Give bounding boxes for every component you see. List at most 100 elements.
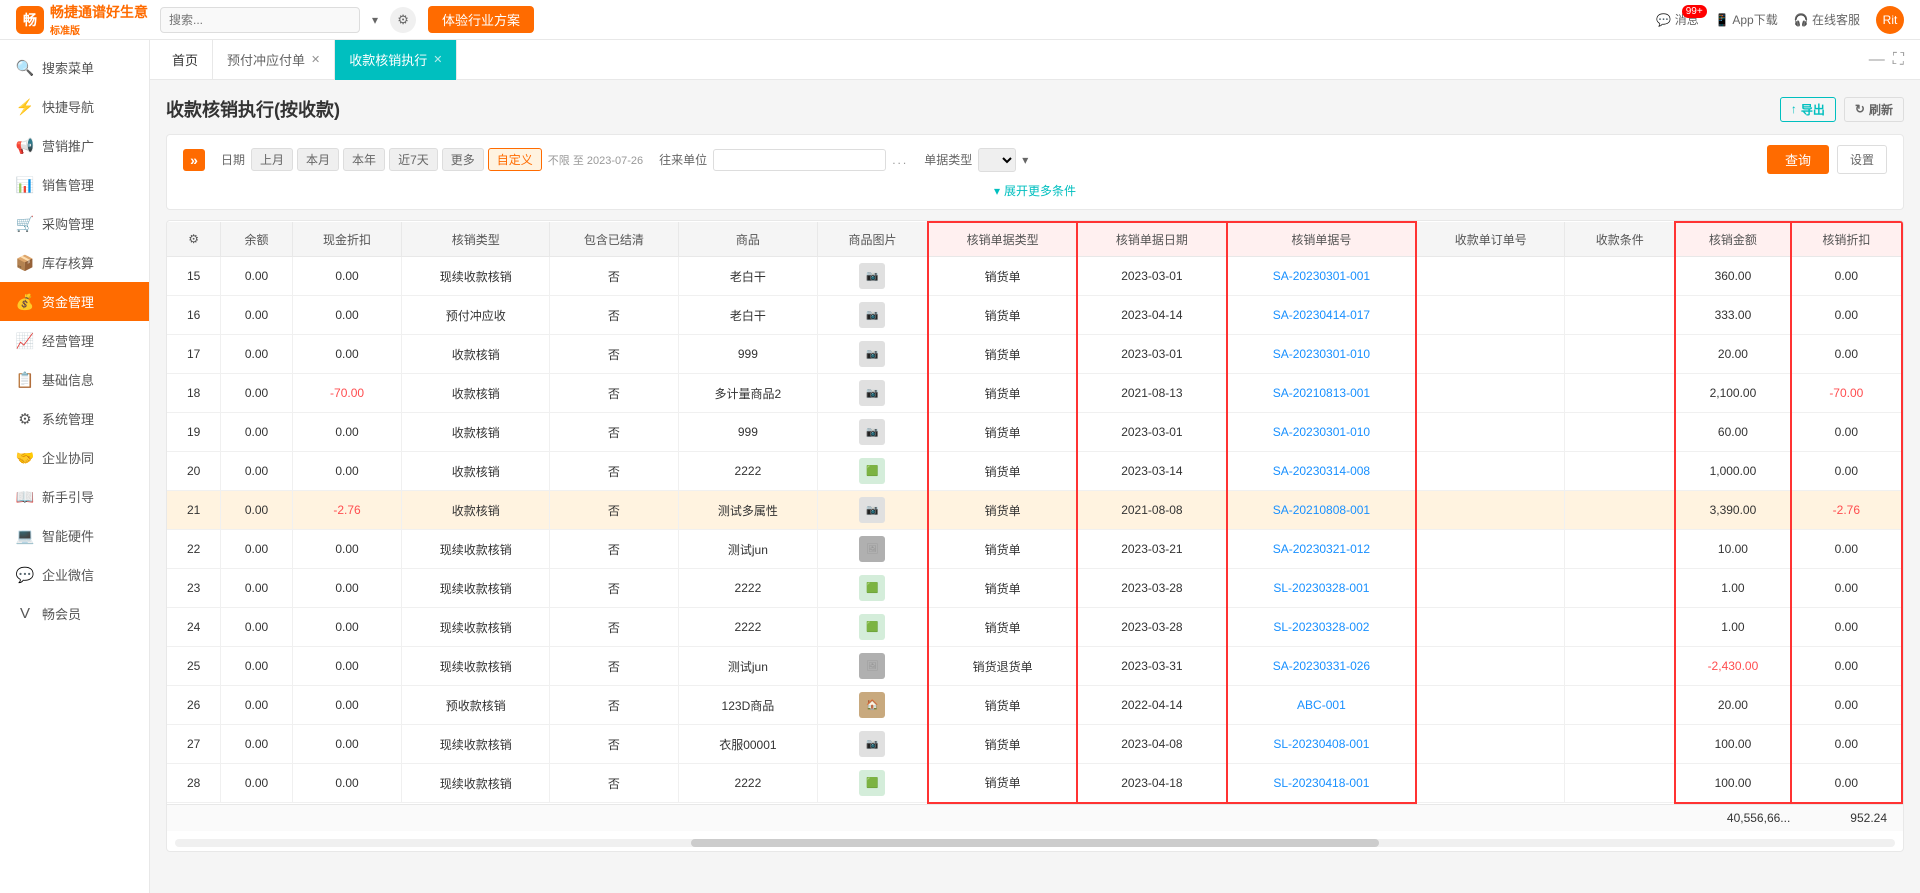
cancel-no-link[interactable]: SL-20230328-001: [1273, 581, 1369, 595]
cell-receipt-condition: [1565, 608, 1675, 647]
solution-button[interactable]: 体验行业方案: [428, 6, 534, 33]
cell-cancel-no: SL-20230408-001: [1227, 725, 1417, 764]
this-year-btn[interactable]: 本年: [343, 148, 385, 171]
sidebar-item-search[interactable]: 🔍 搜索菜单: [0, 48, 149, 87]
cancel-no-link[interactable]: SL-20230418-001: [1273, 776, 1369, 790]
total-amount-label: 40,556,66...: [1727, 811, 1790, 825]
cell-include-settled: 否: [550, 725, 679, 764]
tab-expand-icon[interactable]: ⛶: [1893, 51, 1904, 69]
cancel-no-link[interactable]: SA-20230301-001: [1273, 269, 1370, 283]
tab-minimize-icon[interactable]: —: [1869, 51, 1885, 69]
table-row: 21 0.00 -2.76 收款核销 否 测试多属性 📷 销货单 2021-08…: [167, 491, 1902, 530]
last-month-btn[interactable]: 上月: [251, 148, 293, 171]
guide-icon: 📖: [16, 488, 34, 506]
cancel-no-link[interactable]: SA-20230321-012: [1273, 542, 1370, 556]
table-row: 15 0.00 0.00 现续收款核销 否 老白干 📷 销货单 2023-03-…: [167, 257, 1902, 296]
custom-date-btn[interactable]: 自定义: [488, 148, 542, 171]
sidebar-item-member[interactable]: V 畅会员: [0, 594, 149, 633]
cell-product-img: 🖼: [818, 647, 928, 686]
cell-verify-type: 收款核销: [402, 413, 550, 452]
voucher-type-filter: 单据类型 ▾: [924, 148, 1028, 172]
cell-balance: 0.00: [221, 335, 292, 374]
cell-include-settled: 否: [550, 686, 679, 725]
cancel-no-link[interactable]: SA-20210813-001: [1273, 386, 1370, 400]
cell-verify-type: 预付冲应收: [402, 296, 550, 335]
sidebar-item-collab[interactable]: 🤝 企业协同: [0, 438, 149, 477]
col-header-product: 商品: [678, 222, 817, 257]
scroll-bar[interactable]: [175, 839, 1895, 847]
user-avatar[interactable]: Rit: [1876, 6, 1904, 34]
col-header-gear[interactable]: ⚙: [167, 222, 221, 257]
cell-product-img: 🟩: [818, 452, 928, 491]
cell-product: 2222: [678, 764, 817, 803]
table-row: 24 0.00 0.00 现续收款核销 否 2222 🟩 销货单 2023-03…: [167, 608, 1902, 647]
expand-more-btn[interactable]: ▾ 展开更多条件: [994, 182, 1076, 199]
sidebar-item-hardware[interactable]: 💻 智能硬件: [0, 516, 149, 555]
search-input[interactable]: [160, 7, 360, 33]
cell-cancel-date: 2023-03-14: [1077, 452, 1226, 491]
online-service-link[interactable]: 🎧 在线客服: [1794, 11, 1860, 28]
cell-verify-type: 收款核销: [402, 452, 550, 491]
logo-icon: 畅: [16, 6, 44, 34]
refresh-button[interactable]: ↻ 刷新: [1844, 97, 1904, 122]
cancel-no-link[interactable]: SA-20230314-008: [1273, 464, 1370, 478]
top-dropdown[interactable]: ▾: [372, 13, 378, 27]
tab-receipt[interactable]: 收款核销执行 ✕: [335, 40, 457, 80]
sidebar-item-quick-nav[interactable]: ⚡ 快捷导航: [0, 87, 149, 126]
app-download-link[interactable]: 📱 App下载: [1715, 11, 1778, 28]
col-header-cancel-voucher-type: 核销单据类型: [928, 222, 1077, 257]
cancel-no-link[interactable]: SA-20230331-026: [1273, 659, 1370, 673]
cell-cancel-date: 2021-08-08: [1077, 491, 1226, 530]
cancel-no-link[interactable]: SA-20230301-010: [1273, 425, 1370, 439]
cell-cancel-voucher-type: 销货退货单: [928, 647, 1077, 686]
sidebar-item-wechat[interactable]: 💬 企业微信: [0, 555, 149, 594]
cell-receipt-order-no: [1416, 257, 1565, 296]
expand-filter-button[interactable]: »: [183, 149, 205, 171]
export-button[interactable]: ↑ 导出: [1780, 97, 1836, 122]
expand-more-label: 展开更多条件: [1004, 182, 1076, 199]
cancel-no-link[interactable]: SA-20210808-001: [1273, 503, 1370, 517]
sidebar-item-inventory[interactable]: 📦 库存核算: [0, 243, 149, 282]
sidebar-label-purchase: 采购管理: [42, 214, 94, 233]
sidebar-item-purchase[interactable]: 🛒 采购管理: [0, 204, 149, 243]
gear-icon[interactable]: ⚙: [390, 7, 416, 33]
sidebar-item-marketing[interactable]: 📢 营销推广: [0, 126, 149, 165]
cell-receipt-condition: [1565, 569, 1675, 608]
message-badge[interactable]: 💬 消息 99+: [1656, 11, 1698, 28]
last-7-days-btn[interactable]: 近7天: [389, 148, 438, 171]
cell-product: 测试多属性: [678, 491, 817, 530]
cell-cancel-voucher-type: 销货单: [928, 296, 1077, 335]
cell-cancel-amount: 333.00: [1675, 296, 1791, 335]
cell-balance: 0.00: [221, 257, 292, 296]
voucher-type-select[interactable]: [978, 148, 1016, 172]
this-month-btn[interactable]: 本月: [297, 148, 339, 171]
from-unit-input[interactable]: [713, 149, 886, 171]
cell-cancel-voucher-type: 销货单: [928, 413, 1077, 452]
tab-home[interactable]: 首页: [158, 40, 213, 80]
tab-prepay-close[interactable]: ✕: [311, 53, 320, 66]
cancel-no-link[interactable]: SA-20230301-010: [1273, 347, 1370, 361]
cell-cancel-discount: 0.00: [1791, 608, 1902, 647]
sidebar-item-system[interactable]: ⚙ 系统管理: [0, 399, 149, 438]
sidebar-item-basic[interactable]: 📋 基础信息: [0, 360, 149, 399]
cell-cancel-discount: 0.00: [1791, 257, 1902, 296]
cell-cancel-amount: 1,000.00: [1675, 452, 1791, 491]
cancel-no-link[interactable]: SA-20230414-017: [1273, 308, 1370, 322]
sidebar-item-sales[interactable]: 📊 销售管理: [0, 165, 149, 204]
more-date-btn[interactable]: 更多: [442, 148, 484, 171]
tab-prepay[interactable]: 预付冲应付单 ✕: [213, 40, 335, 80]
cancel-no-link[interactable]: SL-20230408-001: [1273, 737, 1369, 751]
sidebar-item-finance[interactable]: 💰 资金管理: [0, 282, 149, 321]
cell-cancel-no: SA-20230314-008: [1227, 452, 1417, 491]
col-header-cash-discount: 现金折扣: [292, 222, 402, 257]
product-image: 📷: [859, 380, 885, 406]
cell-product-img: 🟩: [818, 764, 928, 803]
tab-receipt-close[interactable]: ✕: [433, 53, 442, 66]
cancel-no-link[interactable]: ABC-001: [1297, 698, 1346, 712]
cancel-no-link[interactable]: SL-20230328-002: [1273, 620, 1369, 634]
settings-button[interactable]: 设置: [1837, 145, 1887, 174]
sidebar-label-sales: 销售管理: [42, 175, 94, 194]
sidebar-item-guide[interactable]: 📖 新手引导: [0, 477, 149, 516]
sidebar-item-management[interactable]: 📈 经营管理: [0, 321, 149, 360]
query-button[interactable]: 查询: [1767, 145, 1829, 174]
